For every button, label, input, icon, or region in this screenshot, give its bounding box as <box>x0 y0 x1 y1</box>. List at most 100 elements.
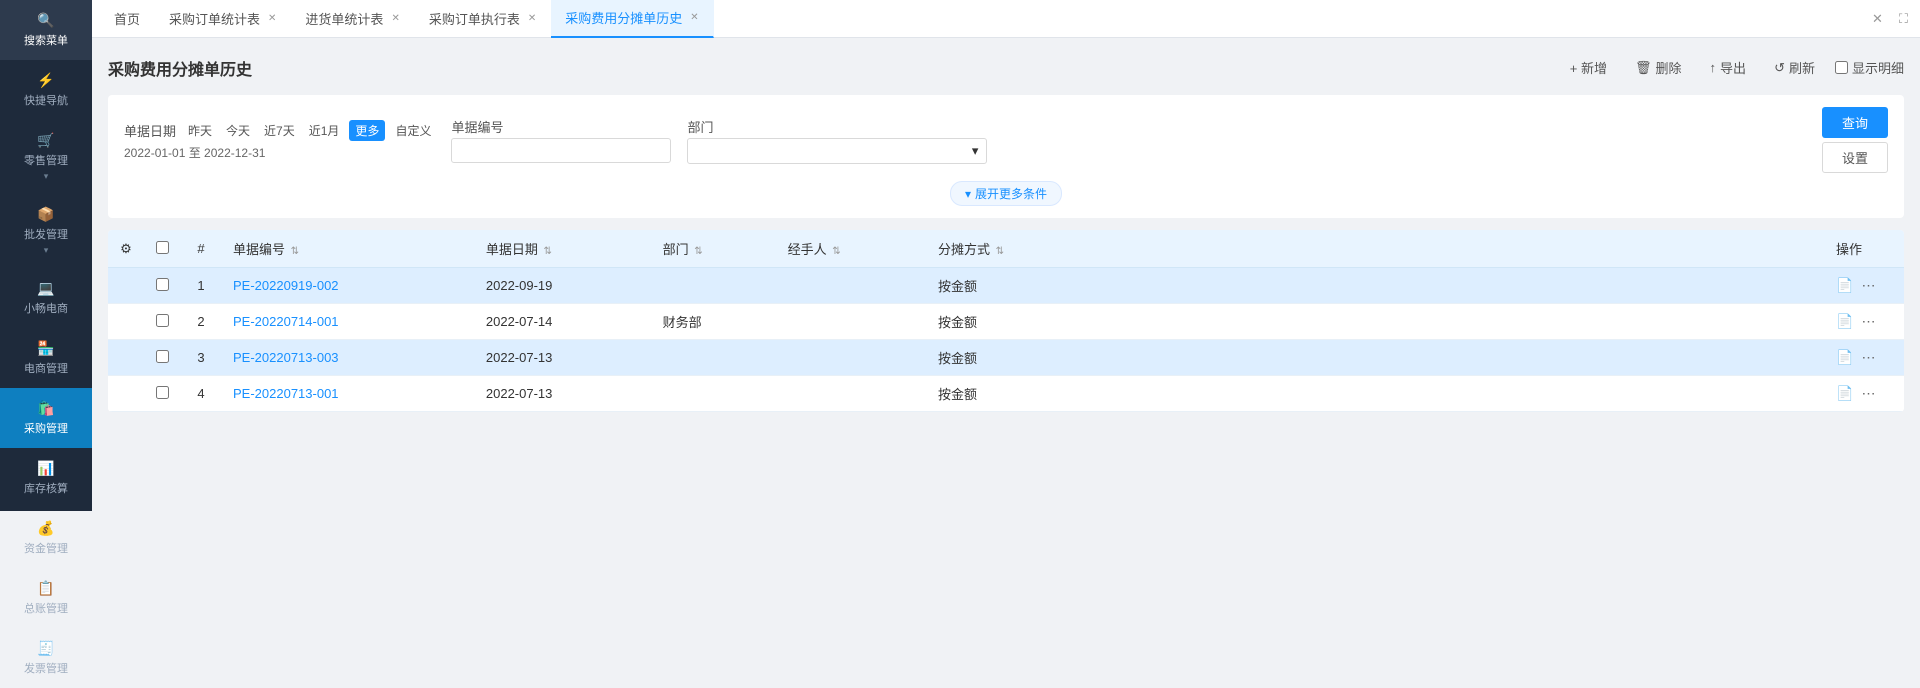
more-icon[interactable]: ⋯ <box>1861 385 1875 402</box>
sidebar: 🔍 搜索菜单 ⚡ 快捷导航 🛒 零售管理 ▾ 📦 批发管理 ▾ 💻 小畅电商 🏪… <box>0 0 92 511</box>
sidebar-item-search[interactable]: 🔍 搜索菜单 <box>0 0 92 60</box>
row-doc-date: 2022-09-19 <box>474 268 651 304</box>
row-dept: 财务部 <box>651 304 776 340</box>
shortcut-custom[interactable]: 自定义 <box>391 120 435 141</box>
row-doc-no: PE-20220919-002 <box>221 268 474 304</box>
delete-btn[interactable]: 🗑 删除 <box>1627 54 1690 81</box>
row-seq: 4 <box>181 376 221 412</box>
tab-close-icon[interactable]: ✕ <box>268 13 276 24</box>
sidebar-item-ecommerce-small[interactable]: 💻 小畅电商 <box>0 268 92 328</box>
purchase-icon: 🛍️ <box>37 400 54 417</box>
shortcut-today[interactable]: 今天 <box>222 120 254 141</box>
content-area: 采购费用分摊单历史 + 新增 🗑 删除 ↑ 导出 ↺ 刷新 显示明细 <box>92 38 1920 511</box>
col-split-method[interactable]: 分摊方式 ⇅ <box>926 230 1824 268</box>
row-dept <box>651 340 776 376</box>
expand-btn[interactable]: ▾ 展开更多条件 <box>950 181 1062 206</box>
shortcut-yesterday[interactable]: 昨天 <box>184 120 216 141</box>
row-checkbox-cell[interactable] <box>144 340 181 376</box>
row-checkbox-cell[interactable] <box>144 268 181 304</box>
data-table-container: ⚙ # 单据编号 ⇅ 单据日期 ⇅ 部门 ⇅ <box>108 230 1904 412</box>
sidebar-item-retail[interactable]: 🛒 零售管理 ▾ <box>0 120 92 194</box>
query-btn[interactable]: 查询 <box>1822 107 1888 138</box>
row-actions-cell: 📄 ⋯ <box>1824 340 1904 376</box>
col-doc-no[interactable]: 单据编号 ⇅ <box>221 230 474 268</box>
doc-no-link[interactable]: PE-20220713-003 <box>233 350 339 365</box>
col-doc-date[interactable]: 单据日期 ⇅ <box>474 230 651 268</box>
refresh-btn[interactable]: ↺ 刷新 <box>1766 54 1823 81</box>
doc-no-input[interactable] <box>451 138 671 163</box>
row-settings-cell <box>108 304 144 340</box>
row-checkbox[interactable] <box>156 314 169 327</box>
sidebar-item-purchase[interactable]: 🛍️ 采购管理 <box>0 388 92 448</box>
show-cols-toggle[interactable]: 显示明细 <box>1835 58 1904 77</box>
doc-no-link[interactable]: PE-20220714-001 <box>233 314 339 329</box>
col-settings[interactable]: ⚙ <box>108 230 144 268</box>
add-btn[interactable]: + 新增 <box>1562 54 1615 81</box>
tab-home[interactable]: 首页 <box>100 0 155 38</box>
date-shortcuts: 昨天 今天 近7天 近1月 更多 自定义 <box>184 120 435 141</box>
view-icon[interactable]: 📄 <box>1836 349 1853 366</box>
row-seq: 1 <box>181 268 221 304</box>
tab-close-icon[interactable]: ✕ <box>528 13 536 24</box>
close-window-btn[interactable]: ✕ <box>1868 9 1887 29</box>
sort-icon-doc-no: ⇅ <box>291 246 299 257</box>
select-all-checkbox[interactable] <box>156 241 169 254</box>
expand-conditions: ▾ 展开更多条件 <box>124 181 1888 206</box>
chevron-down-icon: ▾ <box>44 245 49 256</box>
shortcut-7days[interactable]: 近7天 <box>260 120 299 141</box>
view-icon[interactable]: 📄 <box>1836 385 1853 402</box>
retail-icon: 🛒 <box>37 132 54 149</box>
tab-purchase-cost-history[interactable]: 采购费用分摊单历史✕ <box>551 0 713 38</box>
maximize-window-btn[interactable]: ⛶ <box>1895 9 1912 29</box>
export-btn[interactable]: ↑ 导出 <box>1702 54 1755 81</box>
sidebar-item-quick-nav[interactable]: ⚡ 快捷导航 <box>0 60 92 120</box>
row-checkbox[interactable] <box>156 350 169 363</box>
sidebar-item-finance[interactable]: 💰 资金管理 <box>0 508 92 568</box>
row-checkbox-cell[interactable] <box>144 304 181 340</box>
more-icon[interactable]: ⋯ <box>1861 313 1875 330</box>
row-checkbox-cell[interactable] <box>144 376 181 412</box>
sidebar-item-accounting[interactable]: 📋 总账管理 <box>0 568 92 628</box>
doc-no-link[interactable]: PE-20220713-001 <box>233 386 339 401</box>
sidebar-item-inventory[interactable]: 📊 库存核算 <box>0 448 92 508</box>
sidebar-item-wholesale[interactable]: 📦 批发管理 ▾ <box>0 194 92 268</box>
row-actions-cell: 📄 ⋯ <box>1824 304 1904 340</box>
doc-no-link[interactable]: PE-20220919-002 <box>233 278 339 293</box>
filter-settings-btn[interactable]: 设置 <box>1822 142 1888 173</box>
col-checkbox[interactable] <box>144 230 181 268</box>
row-split-method: 按金额 <box>926 268 1824 304</box>
shortcut-1month[interactable]: 近1月 <box>305 120 344 141</box>
tab-inbound-stats[interactable]: 进货单统计表✕ <box>291 0 414 38</box>
sidebar-item-invoice[interactable]: 🧾 发票管理 <box>0 628 92 688</box>
tab-purchase-order-stats[interactable]: 采购订单统计表✕ <box>155 0 291 38</box>
row-split-method: 按金额 <box>926 304 1824 340</box>
col-handler[interactable]: 经手人 ⇅ <box>776 230 926 268</box>
row-checkbox[interactable] <box>156 278 169 291</box>
dept-select[interactable]: ▾ <box>687 138 987 164</box>
table-row: 4 PE-20220713-001 2022-07-13 按金额 📄 ⋯ <box>108 376 1904 412</box>
shortcut-more[interactable]: 更多 <box>349 120 385 141</box>
expand-label: 展开更多条件 <box>975 185 1047 202</box>
tab-purchase-order-exec[interactable]: 采购订单执行表✕ <box>415 0 551 38</box>
col-dept[interactable]: 部门 ⇅ <box>651 230 776 268</box>
view-icon[interactable]: 📄 <box>1836 277 1853 294</box>
row-doc-no: PE-20220713-003 <box>221 340 474 376</box>
tab-close-icon[interactable]: ✕ <box>391 13 399 24</box>
sidebar-item-label: 小畅电商 <box>24 300 68 316</box>
view-icon[interactable]: 📄 <box>1836 313 1853 330</box>
sidebar-item-label: 发票管理 <box>24 660 68 676</box>
more-icon[interactable]: ⋯ <box>1861 277 1875 294</box>
data-table: ⚙ # 单据编号 ⇅ 单据日期 ⇅ 部门 ⇅ <box>108 230 1904 412</box>
tab-close-icon[interactable]: ✕ <box>690 12 698 23</box>
sidebar-item-label: 零售管理 <box>24 152 68 168</box>
sidebar-item-ecommerce[interactable]: 🏪 电商管理 <box>0 328 92 388</box>
filter-row: 单据日期 昨天 今天 近7天 近1月 更多 自定义 2022-01-01 至 2… <box>124 107 1888 173</box>
filter-area: 单据日期 昨天 今天 近7天 近1月 更多 自定义 2022-01-01 至 2… <box>108 95 1904 218</box>
row-checkbox[interactable] <box>156 386 169 399</box>
invoice-icon: 🧾 <box>37 640 54 657</box>
row-settings-cell <box>108 340 144 376</box>
sidebar-item-label: 采购管理 <box>24 420 68 436</box>
more-icon[interactable]: ⋯ <box>1861 349 1875 366</box>
show-cols-checkbox[interactable] <box>1835 61 1848 74</box>
tab-label: 首页 <box>114 9 140 28</box>
